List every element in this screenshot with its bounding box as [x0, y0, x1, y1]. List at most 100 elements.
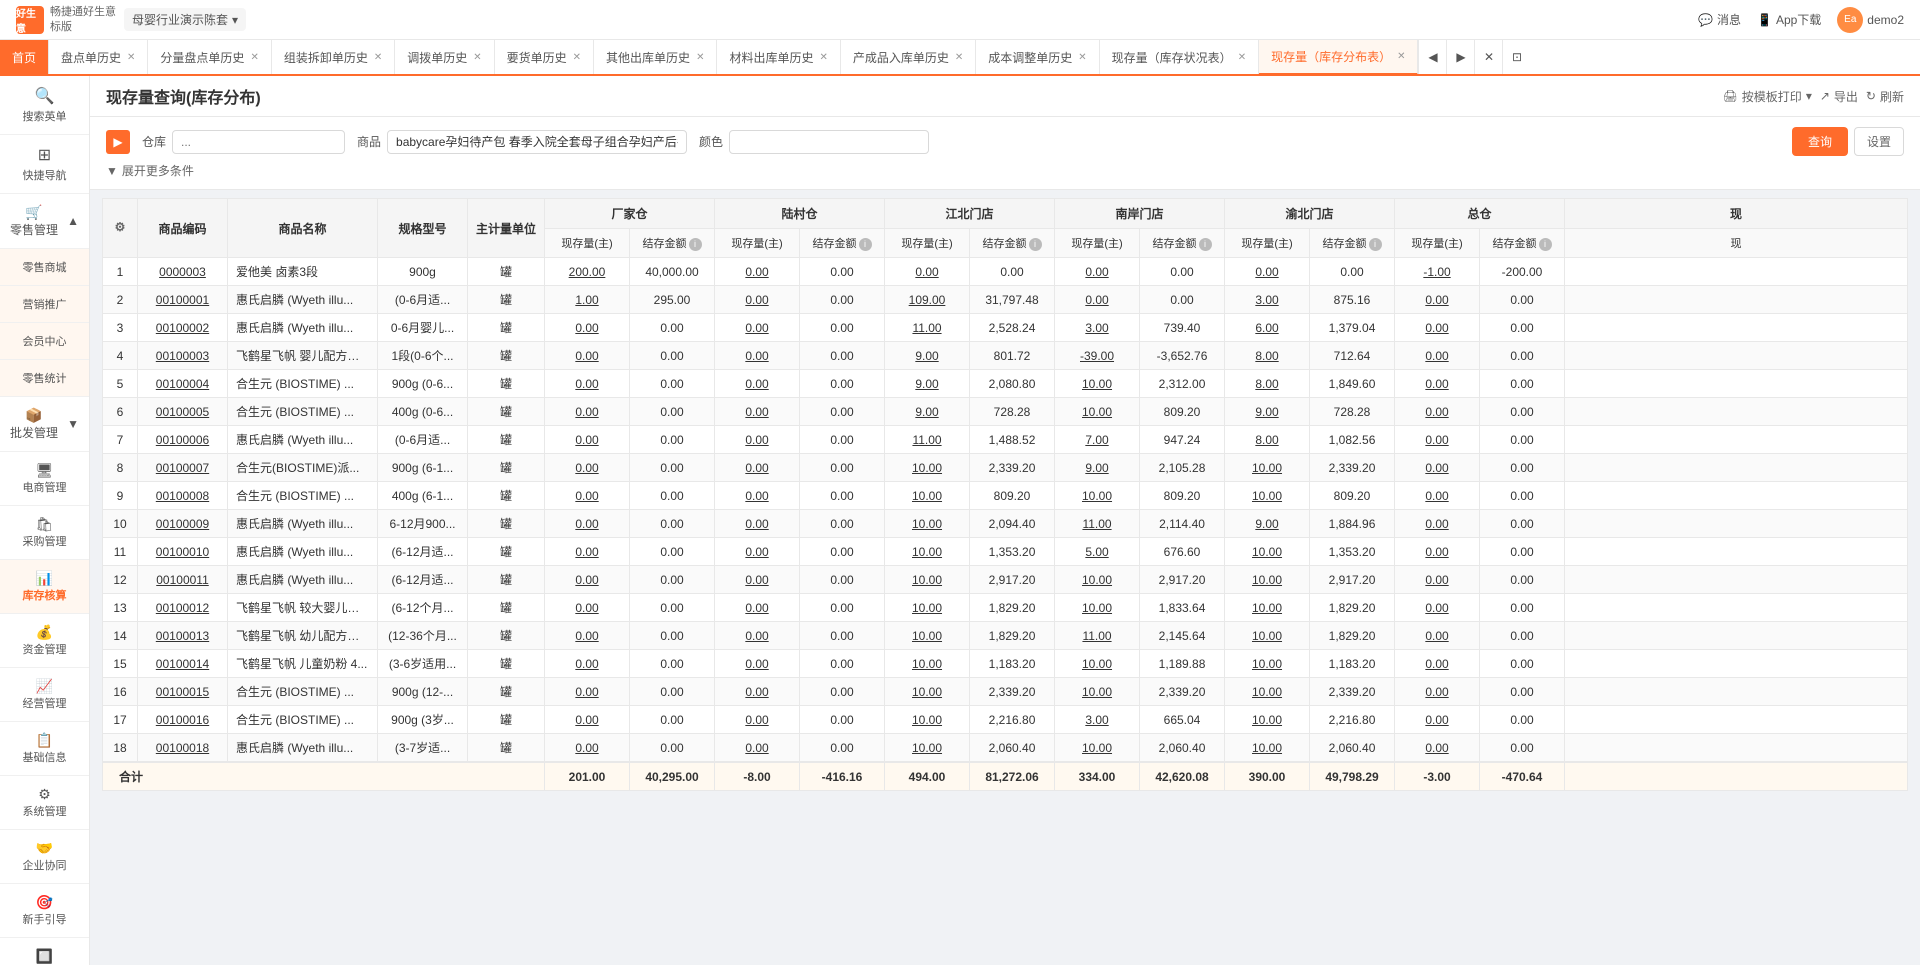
cell-jiangbei-qty: 10.00 [885, 594, 970, 622]
color-input[interactable] [729, 130, 929, 154]
refresh-icon: ↻ [1866, 89, 1876, 103]
cell-lucun-amt: 0.00 [800, 706, 885, 734]
cell-total-amt: 0.00 [1480, 678, 1565, 706]
cell-extra [1565, 678, 1908, 706]
tab-nav-expand[interactable]: ⊡ [1502, 40, 1530, 75]
cell-spec: 0-6月婴儿... [378, 314, 468, 342]
tab-nav-next[interactable]: ▶ [1446, 40, 1474, 75]
tab-yaohuo-close[interactable]: ✕ [573, 52, 581, 63]
cell-changjia-amt: 0.00 [630, 342, 715, 370]
tab-xianzhuang-close[interactable]: ✕ [1238, 52, 1246, 63]
cell-name: 惠氏启膦 (Wyeth illu... [228, 286, 378, 314]
tab-chengpin[interactable]: 产成品入库单历史 ✕ [841, 40, 976, 75]
cell-code: 00100002 [138, 314, 228, 342]
app-download-btn[interactable]: 📱 App下载 [1757, 11, 1821, 28]
sidebar-item-finance[interactable]: 💰 资金管理 [0, 614, 89, 668]
tab-xianzaifenbu[interactable]: 现存量（库存分布表） ✕ [1259, 40, 1418, 75]
tab-cailiao[interactable]: 材料出库单历史 ✕ [717, 40, 840, 75]
tab-fenpandian[interactable]: 分量盘点单历史 ✕ [148, 40, 271, 75]
cell-spec: (6-12月适... [378, 538, 468, 566]
tab-xianzhuang[interactable]: 现存量（库存状况表） ✕ [1100, 40, 1259, 75]
tab-yaohuo[interactable]: 要货单历史 ✕ [495, 40, 594, 75]
table-row: 14 00100013 飞鹤星飞帆 幼儿配方奶... (12-36个月... 罐… [103, 622, 1908, 650]
sidebar-item-apps[interactable]: 🔲 应用中心 [0, 938, 89, 965]
cell-total-amt: 0.00 [1480, 706, 1565, 734]
filter-more-label: 展开更多条件 [122, 162, 194, 179]
sidebar-item-collab[interactable]: 🤝 企业协同 [0, 830, 89, 884]
sidebar-item-basic[interactable]: 📋 基础信息 [0, 722, 89, 776]
print-btn[interactable]: 🖨 按模板打印 ▾ [1723, 88, 1812, 105]
sidebar-item-retail[interactable]: 🛒 零售管理 ▲ [0, 194, 89, 249]
sidebar-retail-label: 零售管理 [10, 221, 58, 238]
table-row: 17 00100016 合生元 (BIOSTIME) ... 900g (3岁.… [103, 706, 1908, 734]
tab-xianzaifenbu-close[interactable]: ✕ [1397, 51, 1405, 62]
cell-name: 惠氏启膦 (Wyeth illu... [228, 314, 378, 342]
tab-home[interactable]: 首页 [0, 40, 49, 75]
table-row: 13 00100012 飞鹤星飞帆 较大婴儿配... (6-12个月... 罐 … [103, 594, 1908, 622]
cell-changjia-qty: 0.00 [545, 706, 630, 734]
sidebar-item-inventory[interactable]: 📊 库存核算 [0, 560, 89, 614]
warehouse-input[interactable] [172, 130, 345, 154]
sidebar-item-guide[interactable]: 🎯 新手引导 [0, 884, 89, 938]
top-bar-right: 💬 消息 📱 App下载 Ea demo2 [1698, 7, 1904, 33]
cell-lucun-qty: 0.00 [715, 314, 800, 342]
cell-jiangbei-qty: 10.00 [885, 482, 970, 510]
tab-diaob-close[interactable]: ✕ [473, 52, 481, 63]
cell-nanan-qty: 10.00 [1055, 678, 1140, 706]
query-button[interactable]: 查询 [1792, 127, 1848, 156]
tab-qitachu-close[interactable]: ✕ [696, 52, 704, 63]
cell-jiangbei-qty: 11.00 [885, 426, 970, 454]
filter-more-btn[interactable]: ▼ 展开更多条件 [106, 162, 1904, 179]
tab-pandian-close[interactable]: ✕ [127, 52, 135, 63]
th-yubei-amt: 结存金额i [1310, 229, 1395, 258]
cell-name: 惠氏启膦 (Wyeth illu... [228, 566, 378, 594]
setting-button[interactable]: 设置 [1854, 127, 1904, 156]
cell-yubei-amt: 2,060.40 [1310, 734, 1395, 763]
tab-chengben-close[interactable]: ✕ [1078, 52, 1086, 63]
product-input[interactable] [387, 130, 687, 154]
sidebar-item-marketing[interactable]: 营销推广 [0, 286, 89, 323]
tab-cailiao-close[interactable]: ✕ [819, 52, 827, 63]
sidebar-retailstat-label: 零售统计 [4, 370, 85, 386]
tab-chengben[interactable]: 成本调整单历史 ✕ [976, 40, 1099, 75]
cell-code: 00100018 [138, 734, 228, 763]
cell-yubei-amt: 1,082.56 [1310, 426, 1395, 454]
filter-toggle-btn[interactable]: ▶ [106, 130, 130, 154]
message-btn[interactable]: 💬 消息 [1698, 11, 1741, 28]
cell-nanan-amt: 947.24 [1140, 426, 1225, 454]
cell-jiangbei-amt: 1,488.52 [970, 426, 1055, 454]
sidebar-item-emall[interactable]: 零售商城 [0, 249, 89, 286]
sidebar-item-member[interactable]: 会员中心 [0, 323, 89, 360]
user-menu[interactable]: Ea demo2 [1837, 7, 1904, 33]
sidebar-item-nav[interactable]: ⊞ 快捷导航 [0, 135, 89, 194]
sidebar-item-operation[interactable]: 📈 经营管理 [0, 668, 89, 722]
tab-qitachu[interactable]: 其他出库单历史 ✕ [594, 40, 717, 75]
tab-nav-close[interactable]: ✕ [1474, 40, 1502, 75]
cell-nanan-amt: 665.04 [1140, 706, 1225, 734]
sidebar-item-purchase[interactable]: 🛍 采购管理 [0, 506, 89, 560]
tab-nav-prev[interactable]: ◀ [1418, 40, 1446, 75]
tab-pandian[interactable]: 盘点单历史 ✕ [49, 40, 148, 75]
cell-total-amt: 0.00 [1480, 398, 1565, 426]
refresh-btn[interactable]: ↻ 刷新 [1866, 88, 1904, 105]
tab-chengpin-close[interactable]: ✕ [955, 52, 963, 63]
industry-selector[interactable]: 母婴行业演示陈套 ▾ [124, 8, 246, 31]
cell-yubei-amt: 1,829.20 [1310, 622, 1395, 650]
tab-zuhe[interactable]: 组装拆卸单历史 ✕ [272, 40, 395, 75]
tab-diaob[interactable]: 调拨单历史 ✕ [395, 40, 494, 75]
th-changjia-amt: 结存金额i [630, 229, 715, 258]
sidebar-item-search[interactable]: 🔍 搜索英单 [0, 76, 89, 135]
sidebar-item-ecommerce[interactable]: 🖥 电商管理 [0, 452, 89, 506]
cell-extra [1565, 398, 1908, 426]
sidebar-item-retailstat[interactable]: 零售统计 [0, 360, 89, 397]
sidebar-item-wholesale[interactable]: 📦 批发管理 ▼ [0, 397, 89, 452]
sidebar-item-system[interactable]: ⚙ 系统管理 [0, 776, 89, 830]
sidebar-ecommerce-label: 电商管理 [4, 479, 85, 495]
cell-total-qty: 0.00 [1395, 566, 1480, 594]
cell-lucun-amt: 0.00 [800, 426, 885, 454]
cell-name: 飞鹤星飞帆 婴儿配方奶... [228, 342, 378, 370]
cell-jiangbei-amt: 2,094.40 [970, 510, 1055, 538]
tab-fenpandian-close[interactable]: ✕ [250, 52, 258, 63]
tab-zuhe-close[interactable]: ✕ [374, 52, 382, 63]
export-btn[interactable]: ↗ 导出 [1820, 88, 1858, 105]
